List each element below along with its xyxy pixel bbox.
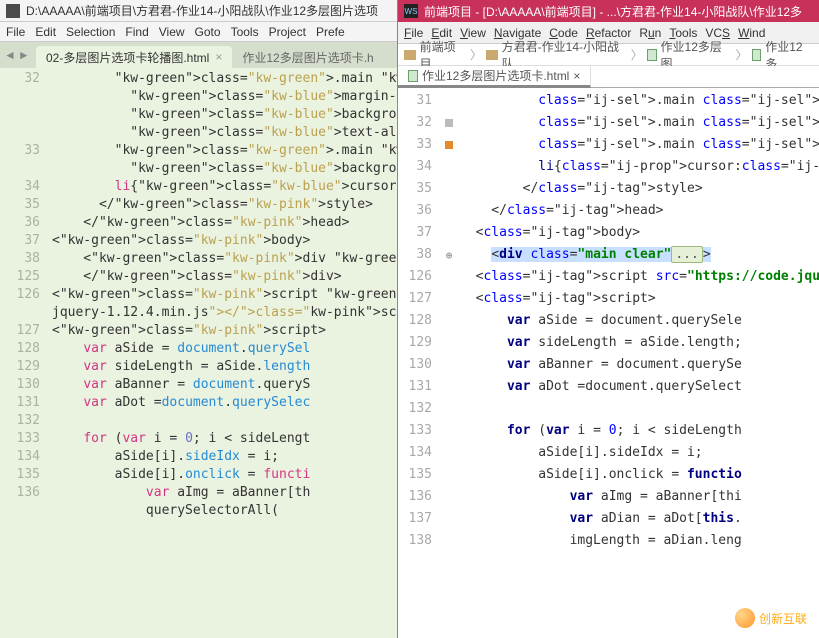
menu-run[interactable]: Run [639,26,661,40]
tab-arrows[interactable]: ◄ ► [4,42,36,68]
file-icon [647,49,657,61]
menu-tools[interactable]: Tools [231,25,259,39]
tab-label: 作业12多层图片选项卡.h [242,49,373,66]
folder-icon [404,50,416,60]
breadcrumb[interactable]: 前端项目 〉 方君君-作业14-小阳战队 〉 作业12多层图 〉 作业12多 [398,44,819,66]
gutter-left: 3233343536373812512612712812913013113213… [0,68,52,638]
menu-find[interactable]: Find [125,25,148,39]
tab-label: 02-多层图片选项卡轮播图.html [46,49,209,66]
tab-label: 作业12多层图片选项卡.html [422,67,569,84]
gutter-right: 3132333435363738126127128129130131132133… [398,88,460,638]
tab-active[interactable]: 02-多层图片选项卡轮播图.html × [36,46,232,68]
sublime-text-window: D:\AAAAA\前端项目\方君君-作业14-小阳战队\作业12多层图片选项 F… [0,0,398,638]
tab-active[interactable]: 作业12多层图片选项卡.html × [398,66,591,88]
app-icon: WS [404,4,418,18]
tab-close-icon[interactable]: × [215,50,222,64]
editor-right[interactable]: 3132333435363738126127128129130131132133… [398,88,819,638]
titlebar-right: WS 前端项目 - [D:\AAAAA\前端项目] - ...\方君君-作业14… [398,0,819,22]
breadcrumb-sep: 〉 [735,46,747,63]
breadcrumb-sep: 〉 [631,46,643,63]
menu-file[interactable]: File [6,25,25,39]
breadcrumb-sep: 〉 [470,46,482,63]
menu-window[interactable]: Wind [738,26,765,40]
tab-arrow-left-icon[interactable]: ◄ [4,48,16,62]
tab-inactive[interactable]: 作业12多层图片选项卡.h [232,46,383,68]
tabbar-right: 作业12多层图片选项卡.html × [398,66,819,88]
code-left[interactable]: "kw-green">class="kw-green">.main "kw-gr… [52,68,397,638]
editor-left[interactable]: 3233343536373812512612712812913013113213… [0,68,397,638]
menubar-left[interactable]: File Edit Selection Find View Goto Tools… [0,22,397,42]
webstorm-window: WS 前端项目 - [D:\AAAAA\前端项目] - ...\方君君-作业14… [398,0,819,638]
tabbar-left: ◄ ► 02-多层图片选项卡轮播图.html × 作业12多层图片选项卡.h [0,42,397,68]
tab-arrow-right-icon[interactable]: ► [18,48,30,62]
menu-edit[interactable]: Edit [35,25,56,39]
folder-icon [486,50,498,60]
app-root: D:\AAAAA\前端项目\方君君-作业14-小阳战队\作业12多层图片选项 F… [0,0,819,638]
gutter-marks: ⊕ [438,88,460,638]
window-title: 前端项目 - [D:\AAAAA\前端项目] - ...\方君君-作业14-小阳… [424,3,802,20]
menu-view[interactable]: View [159,25,185,39]
menu-goto[interactable]: Goto [195,25,221,39]
window-title: D:\AAAAA\前端项目\方君君-作业14-小阳战队\作业12多层图片选项 [26,2,378,19]
tab-close-icon[interactable]: × [573,69,580,83]
file-icon [752,49,762,61]
menu-project[interactable]: Project [269,25,306,39]
menu-preferences[interactable]: Prefe [316,25,345,39]
menu-selection[interactable]: Selection [66,25,115,39]
app-icon [6,4,20,18]
titlebar-left: D:\AAAAA\前端项目\方君君-作业14-小阳战队\作业12多层图片选项 [0,0,397,22]
line-numbers: 3132333435363738126127128129130131132133… [398,88,438,638]
code-right[interactable]: class="ij-sel">.main class="ij-sel">.box… [460,88,819,638]
file-icon [408,70,418,82]
